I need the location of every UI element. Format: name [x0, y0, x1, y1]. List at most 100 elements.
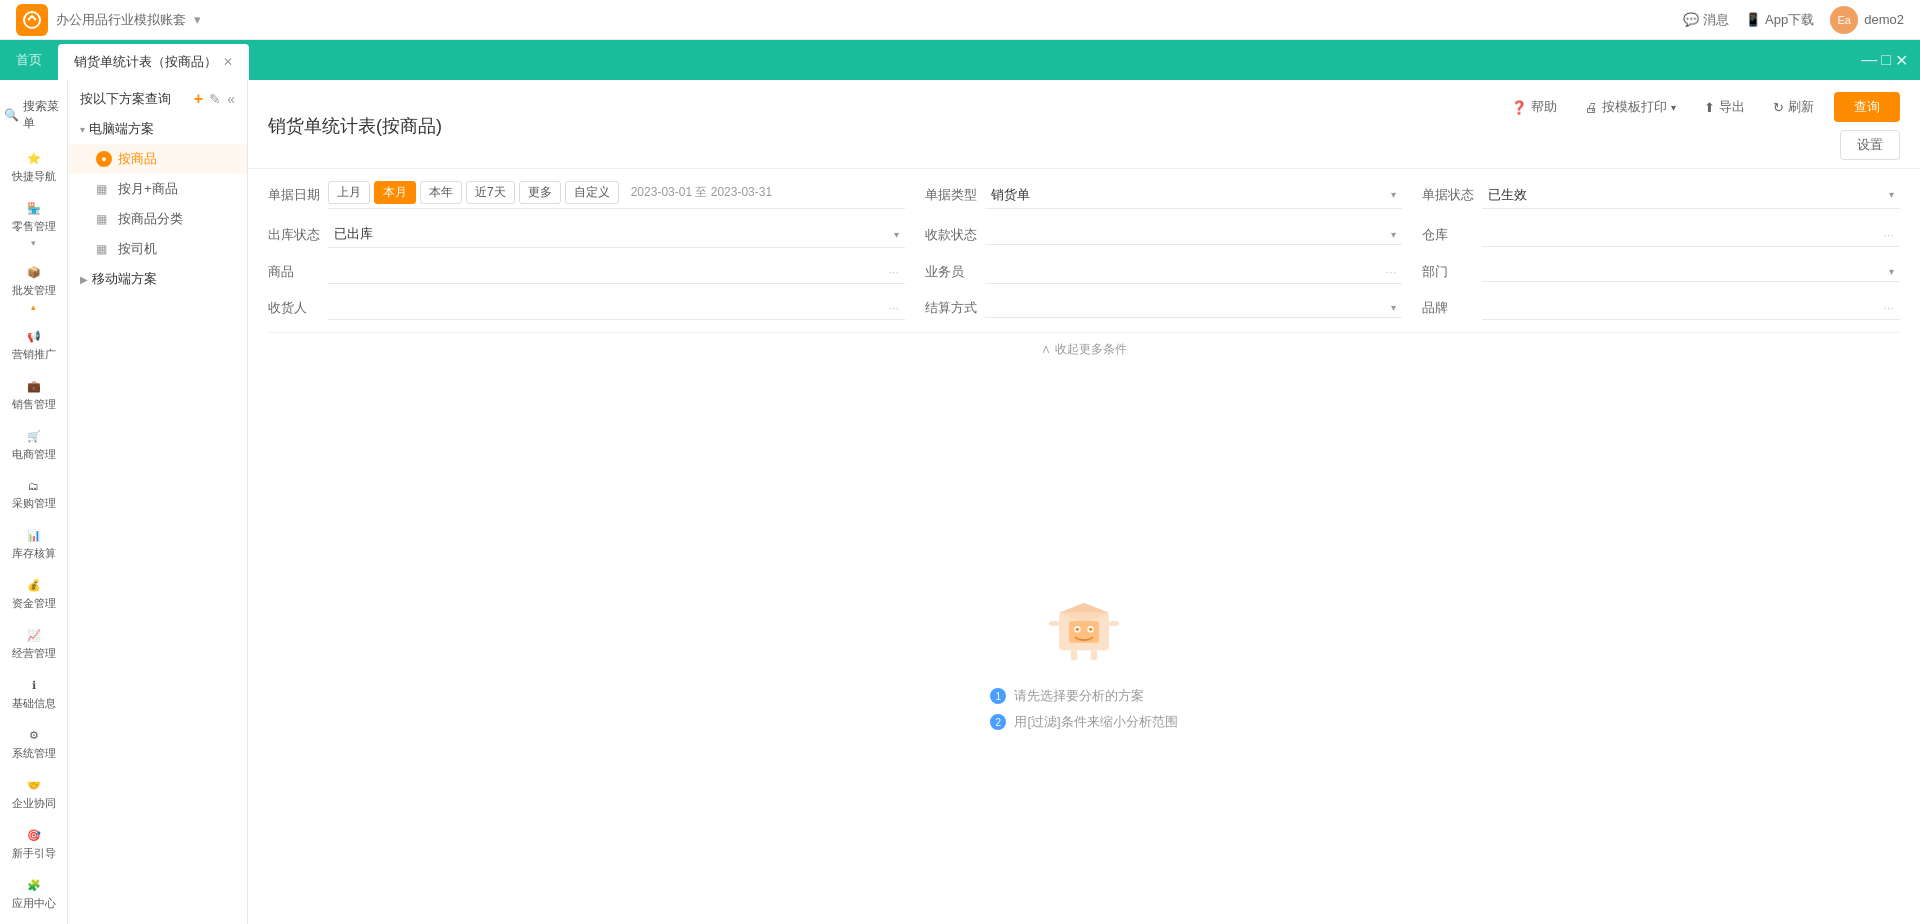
add-scheme-btn[interactable]: +	[194, 90, 203, 108]
filter-row-3: 商品 ··· 业务员 ··· 部门	[268, 260, 1900, 284]
page-actions-row: ❓ 帮助 🖨 按模板打印 ▾ ⬆ 导出 ↻ 刷新	[1503, 92, 1900, 122]
avatar: Ea	[1830, 6, 1858, 34]
payment-method-select[interactable]: ▾	[985, 298, 1403, 318]
brand-dots: ···	[1883, 300, 1894, 315]
empty-tips: 1 请先选择要分析的方案 2 用[过滤]条件来缩小分析范围	[990, 687, 1177, 731]
date-custom[interactable]: 自定义	[565, 181, 619, 204]
tab-minimize-btn[interactable]: —	[1861, 51, 1877, 69]
svg-point-0	[24, 12, 40, 28]
sidebar-item-search[interactable]: 🔍 搜索菜单	[0, 88, 67, 142]
sidebar-item-marketing[interactable]: 📢 营销推广	[0, 322, 67, 370]
date-this-year[interactable]: 本年	[420, 181, 462, 204]
sidebar-item-retail[interactable]: 🏪 零售管理 ▾	[0, 194, 67, 256]
help-label: 帮助	[1531, 98, 1557, 116]
menu-group-pc-header[interactable]: ▾ 电脑端方案	[68, 114, 247, 144]
edit-scheme-btn[interactable]: ✎	[209, 91, 221, 107]
app-download-label: App下载	[1765, 11, 1814, 29]
department-select[interactable]: ▾	[1482, 262, 1900, 282]
settings-btn[interactable]: 设置	[1840, 130, 1900, 160]
app-title-dropdown[interactable]: ▾	[194, 12, 201, 27]
collapse-bar[interactable]: ∧ 收起更多条件	[268, 332, 1900, 366]
app-download-btn[interactable]: 📱 App下载	[1745, 11, 1814, 29]
order-status-select[interactable]: 已生效 ▾	[1482, 182, 1900, 209]
by-product-icon: ●	[96, 151, 112, 167]
filter-salesperson: 业务员 ···	[925, 260, 1403, 284]
sidebar-item-enterprise[interactable]: 🤝 企业协同	[0, 771, 67, 819]
date-label: 单据日期	[268, 186, 328, 204]
sidebar-item-quick-nav[interactable]: ⭐ 快捷导航	[0, 144, 67, 192]
wholesale-expand-icon: ▴	[31, 302, 36, 312]
sidebar-purchase-label: 采购管理	[12, 496, 56, 511]
tab-home[interactable]: 首页	[0, 40, 58, 80]
left-menu-panel: 按以下方案查询 + ✎ « ▾ 电脑端方案 ● 按商品 ▦ 按月+商品 ▦	[68, 80, 248, 924]
svg-point-5	[1076, 628, 1079, 631]
sidebar-item-guide[interactable]: 🎯 新手引导	[0, 821, 67, 869]
warehouse-input[interactable]: ···	[1482, 223, 1900, 247]
sidebar-item-finance[interactable]: 💰 资金管理	[0, 571, 67, 619]
sidebar-enterprise-label: 企业协同	[12, 796, 56, 811]
refresh-btn[interactable]: ↻ 刷新	[1765, 94, 1822, 120]
date-more[interactable]: 更多	[519, 181, 561, 204]
page-header-actions: ❓ 帮助 🖨 按模板打印 ▾ ⬆ 导出 ↻ 刷新	[1503, 92, 1900, 160]
user-area[interactable]: Ea demo2	[1830, 6, 1904, 34]
tab-close-btn[interactable]: ✕	[223, 55, 233, 69]
wholesale-icon: 📦	[27, 266, 41, 279]
empty-tip-2: 2 用[过滤]条件来缩小分析范围	[990, 713, 1177, 731]
sidebar-item-inventory[interactable]: 📊 库存核算	[0, 521, 67, 569]
date-last-month[interactable]: 上月	[328, 181, 370, 204]
menu-item-by-product[interactable]: ● 按商品	[68, 144, 247, 174]
tab-sales-stat[interactable]: 销货单统计表（按商品） ✕	[58, 44, 249, 80]
search-icon: 🔍	[4, 108, 19, 122]
collapse-menu-btn[interactable]: «	[227, 91, 235, 107]
template-print-btn[interactable]: 🖨 按模板打印 ▾	[1577, 94, 1684, 120]
export-btn[interactable]: ⬆ 导出	[1696, 94, 1753, 120]
filter-receipt-status: 收款状态 ▾	[925, 225, 1403, 245]
sidebar-item-sales[interactable]: 💼 销售管理	[0, 372, 67, 420]
menu-item-by-driver[interactable]: ▦ 按司机	[68, 234, 247, 264]
sidebar-item-purchase[interactable]: 🗂 采购管理	[0, 472, 67, 519]
salesperson-input[interactable]: ···	[985, 260, 1403, 284]
menu-item-by-month-product[interactable]: ▦ 按月+商品	[68, 174, 247, 204]
order-type-select[interactable]: 销货单 ▾	[985, 182, 1403, 209]
receipt-status-select[interactable]: ▾	[985, 225, 1403, 245]
message-btn[interactable]: 💬 消息	[1683, 11, 1729, 29]
sidebar-item-basic-info[interactable]: ℹ 基础信息	[0, 671, 67, 719]
sidebar-item-app-center[interactable]: 🧩 应用中心	[0, 871, 67, 919]
tab-maximize-btn[interactable]: □	[1881, 51, 1891, 69]
retail-expand-icon: ▾	[31, 238, 36, 248]
by-category-label: 按商品分类	[118, 210, 183, 228]
filter-brand: 品牌 ···	[1422, 296, 1900, 320]
by-category-icon: ▦	[96, 212, 112, 226]
empty-tip-1: 1 请先选择要分析的方案	[990, 687, 1177, 705]
out-status-label: 出库状态	[268, 226, 328, 244]
sidebar-item-ecommerce[interactable]: 🛒 电商管理	[0, 422, 67, 470]
filter-receiver: 收货人 ···	[268, 296, 905, 320]
left-menu-header: 按以下方案查询 + ✎ «	[68, 80, 247, 114]
product-input[interactable]: ···	[328, 260, 905, 284]
empty-state: 1 请先选择要分析的方案 2 用[过滤]条件来缩小分析范围	[248, 378, 1920, 924]
app-logo	[16, 4, 48, 36]
app-title-area: 办公用品行业模拟账套 ▾	[16, 4, 201, 36]
help-btn[interactable]: ❓ 帮助	[1503, 94, 1565, 120]
svg-point-6	[1089, 628, 1092, 631]
brand-input[interactable]: ···	[1482, 296, 1900, 320]
menu-group-mobile-header[interactable]: ▶ 移动端方案	[68, 264, 247, 294]
sidebar-item-wholesale[interactable]: 📦 批发管理 ▴	[0, 258, 67, 320]
query-btn[interactable]: 查询	[1834, 92, 1900, 122]
brand-label: 品牌	[1422, 299, 1482, 317]
sidebar-item-operations[interactable]: 📈 经营管理	[0, 621, 67, 669]
date-this-month[interactable]: 本月	[374, 181, 416, 204]
product-dots: ···	[888, 264, 899, 279]
tab-close-window-btn[interactable]: ✕	[1895, 51, 1908, 70]
guide-icon: 🎯	[27, 829, 41, 842]
by-driver-icon: ▦	[96, 242, 112, 256]
receipt-status-label: 收款状态	[925, 226, 985, 244]
menu-item-by-category[interactable]: ▦ 按商品分类	[68, 204, 247, 234]
out-status-select[interactable]: 已出库 ▾	[328, 221, 905, 248]
tip2-text: 用[过滤]条件来缩小分析范围	[1014, 713, 1177, 731]
sidebar-item-system[interactable]: ⚙ 系统管理	[0, 721, 67, 769]
date-7days[interactable]: 近7天	[466, 181, 515, 204]
sidebar-retail-label: 零售管理	[12, 219, 56, 234]
sidebar-sales-label: 销售管理	[12, 397, 56, 412]
receiver-input[interactable]: ···	[328, 296, 905, 320]
